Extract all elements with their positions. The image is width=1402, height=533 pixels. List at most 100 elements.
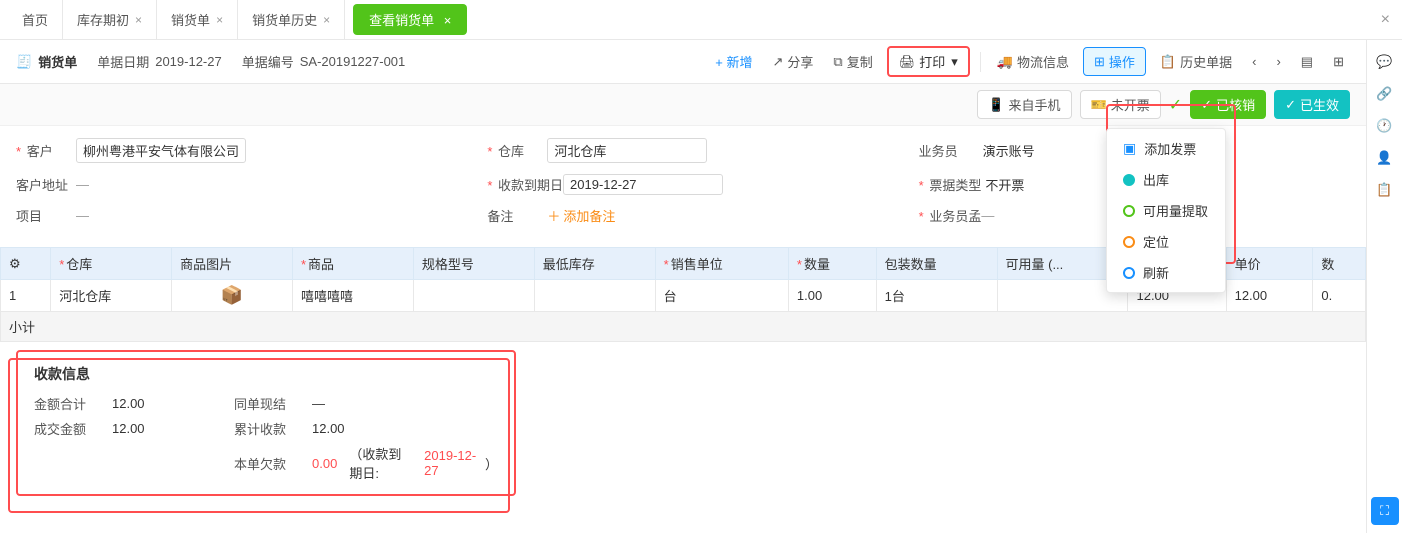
ticket-type-value: 不开票 (981, 173, 1028, 196)
toolbar-row: 📱 来自手机 🎫 未开票 ✓ ✓ 已核销 ✓ 已生效 (0, 84, 1366, 126)
customer-field: * 客户 柳州粤港平安气体有限公司 (16, 138, 447, 163)
tab-home[interactable]: 首页 (8, 0, 63, 39)
payment-date-value[interactable]: 2019-12-27 (563, 174, 723, 195)
cell-min-stock (534, 280, 655, 312)
tab-view-sales-label: 查看销货单 (369, 13, 434, 28)
sidebar-chat-button[interactable]: 💬 (1371, 48, 1399, 76)
sidebar-user-button[interactable]: 👤 (1371, 144, 1399, 172)
salesman-label: 业务员 (919, 141, 979, 160)
cell-no: 1 (1, 280, 51, 312)
col-settings[interactable]: ⚙ (1, 248, 51, 280)
cell-product-img: 📦 (172, 280, 293, 312)
col-amount: 数 (1313, 248, 1366, 280)
add-note-button[interactable]: ＋ 添加备注 (547, 206, 615, 225)
next-button[interactable]: › (1270, 52, 1286, 71)
doc-no-group: 单据编号 SA-20191227-001 (242, 52, 406, 71)
payment-transaction-item: 成交金额 12.00 (34, 419, 234, 438)
logistics-button[interactable]: 🚚 物流信息 (991, 50, 1075, 73)
subtotal-label: 小计 (1, 312, 1366, 342)
tab-sales-history-close[interactable]: × (323, 13, 330, 27)
doc-date-label: 单据日期 (97, 52, 149, 71)
col-product: *商品 (292, 248, 413, 280)
history-button[interactable]: 📋 历史单据 (1154, 50, 1238, 73)
dropdown-locate[interactable]: 定位 (1107, 226, 1225, 257)
sidebar-history-button[interactable]: 🕐 (1371, 112, 1399, 140)
payment-date-label: * 收款到期日 (487, 175, 563, 194)
cell-amount: 0. (1313, 280, 1366, 312)
customer-value[interactable]: 柳州粤港平安气体有限公司 (76, 138, 246, 163)
not-open-button[interactable]: 🎫 未开票 (1080, 90, 1161, 119)
tab-inventory-init-close[interactable]: × (135, 13, 142, 27)
warehouse-field: * 仓库 河北仓库 (487, 138, 918, 163)
copy-button[interactable]: ⧉ 复制 (827, 50, 878, 73)
warehouse-value[interactable]: 河北仓库 (547, 138, 707, 163)
prev-button[interactable]: ‹ (1246, 52, 1262, 71)
new-button[interactable]: + 新增 (709, 50, 758, 73)
verified-button[interactable]: ✓ 已核销 (1190, 90, 1266, 119)
doc-title: 销货单 (38, 52, 77, 71)
sidebar-link-button[interactable]: 🔗 (1371, 80, 1399, 108)
doc-no-label: 单据编号 (242, 52, 294, 71)
grid2-button[interactable]: ⊞ (1327, 52, 1350, 72)
dropdown-ship-out[interactable]: 出库 (1107, 164, 1225, 195)
effective-button[interactable]: ✓ 已生效 (1274, 90, 1350, 119)
ticket-icon: 🎫 (1091, 97, 1107, 113)
doc-icon: 🧾 (16, 54, 32, 70)
address-label: 客户地址 (16, 175, 76, 194)
grid1-button[interactable]: ▤ (1295, 52, 1319, 72)
file-icon: 📋 (1376, 182, 1392, 198)
payment-settlement-item: 同单现结 — (234, 394, 498, 413)
payment-title: 收款信息 (34, 364, 498, 384)
payment-transaction-value: 12.00 (112, 421, 145, 436)
tab-inventory-init-label: 库存期初 (77, 10, 129, 29)
payment-due-value: 0.00 (312, 456, 337, 471)
window-close-button[interactable]: × (1381, 11, 1390, 29)
header-actions: + 新增 ↗ 分享 ⧉ 复制 🖨 打印 ▾ (709, 46, 1350, 77)
payment-due-item-spacer (34, 444, 234, 482)
subtotal-row: 小计 (1, 312, 1366, 342)
effective-icon: ✓ (1285, 97, 1296, 113)
print-button[interactable]: 🖨 打印 ▾ (887, 46, 970, 77)
product-img-icon: 📦 (221, 285, 243, 305)
doc-no-value: SA-20191227-001 (300, 54, 406, 69)
sidebar-expand-button[interactable]: ⛶ (1371, 497, 1399, 525)
payment-cumulative-label: 累计收款 (234, 419, 304, 438)
cell-warehouse: 河北仓库 (51, 280, 172, 312)
from-phone-button[interactable]: 📱 来自手机 (977, 90, 1071, 119)
operations-button[interactable]: ⊞ 操作 (1083, 47, 1146, 76)
address-field: 客户地址 — (16, 175, 447, 194)
tab-sales-order[interactable]: 销货单 × (157, 0, 238, 39)
tab-sales-order-close[interactable]: × (216, 13, 223, 27)
from-phone-label: 来自手机 (1009, 95, 1061, 114)
phone-icon: 📱 (988, 97, 1004, 113)
locate-label: 定位 (1143, 232, 1169, 251)
tab-view-sales[interactable]: 查看销货单 × (353, 4, 467, 35)
dropdown-available-qty[interactable]: 可用量提取 (1107, 195, 1225, 226)
add-invoice-icon: ▣ (1123, 140, 1136, 157)
chat-icon: 💬 (1376, 54, 1392, 70)
verified-label: 已核销 (1216, 95, 1255, 114)
col-spec: 规格型号 (413, 248, 534, 280)
print-label: 打印 (919, 52, 945, 71)
payment-due-note: （收款到期日: (349, 444, 414, 482)
payment-settlement-value: — (312, 396, 325, 411)
project-value: — (76, 208, 89, 223)
cell-unit-price: 12.00 (1226, 280, 1313, 312)
share-button[interactable]: ↗ 分享 (766, 50, 819, 73)
tab-view-sales-close[interactable]: × (444, 13, 452, 28)
logistics-label: 物流信息 (1017, 52, 1069, 71)
tab-sales-history[interactable]: 销货单历史 × (238, 0, 345, 39)
tab-inventory-init[interactable]: 库存期初 × (63, 0, 157, 39)
col-min-stock: 最低库存 (534, 248, 655, 280)
dropdown-refresh[interactable]: 刷新 (1107, 257, 1225, 288)
copy-label: 复制 (847, 52, 873, 71)
dropdown-add-invoice[interactable]: ▣ 添加发票 (1107, 133, 1225, 164)
operations-label: 操作 (1109, 52, 1135, 71)
note-field: 备注 ＋ 添加备注 (487, 206, 918, 225)
sidebar-file-button[interactable]: 📋 (1371, 176, 1399, 204)
link-icon: 🔗 (1376, 86, 1392, 102)
refresh-label: 刷新 (1143, 263, 1169, 282)
main-panel: 🧾 销货单 单据日期 2019-12-27 单据编号 SA-20191227-0… (0, 40, 1366, 533)
available-qty-icon (1123, 205, 1135, 217)
col-unit-price: 单价 (1226, 248, 1313, 280)
